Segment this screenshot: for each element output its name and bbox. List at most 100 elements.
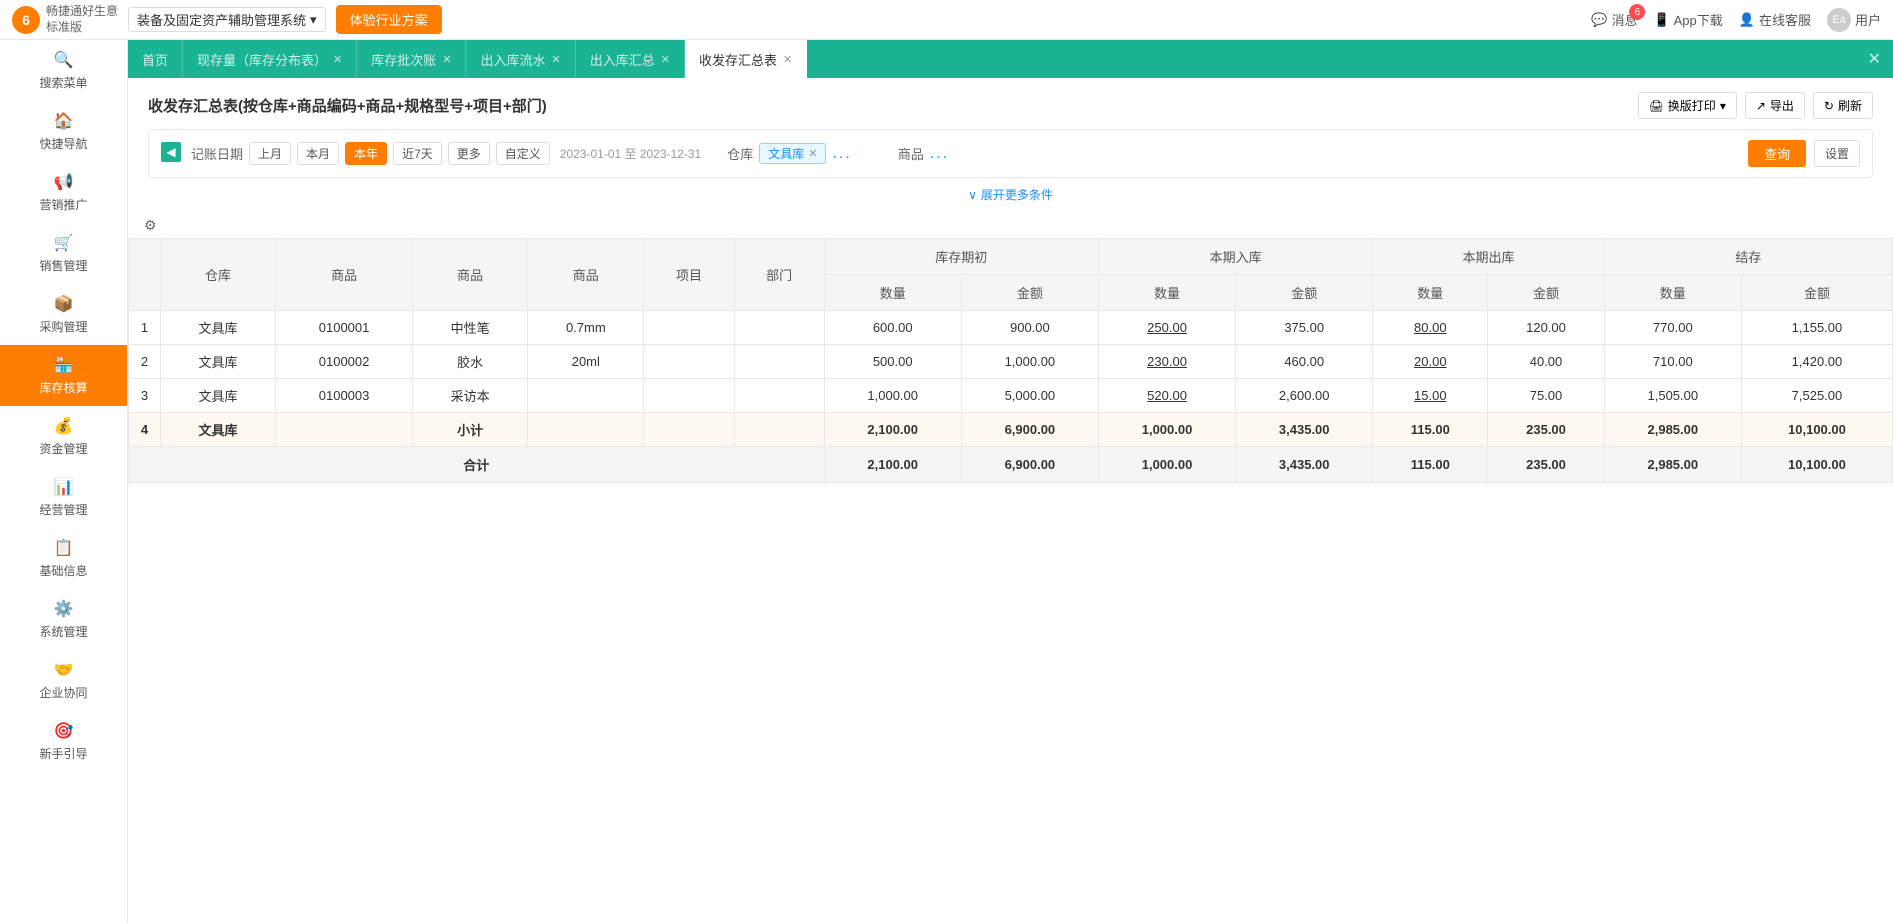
row-department	[734, 379, 824, 413]
experience-btn[interactable]: 体验行业方案	[336, 5, 442, 34]
date-btn-this-month[interactable]: 本月	[297, 142, 339, 165]
sidebar-item-quick-nav[interactable]: 🏠 快捷导航	[0, 101, 127, 162]
export-icon: ↗	[1756, 99, 1766, 113]
top-bar-right: 💬 消息 6 📱 App下载 👤 在线客服 Ea 用户	[1591, 8, 1881, 32]
warehouse-tag-close[interactable]: ✕	[808, 147, 817, 160]
sidebar-item-finance-mgmt[interactable]: 💰 资金管理	[0, 406, 127, 467]
user-item[interactable]: Ea 用户	[1827, 8, 1881, 32]
row-department	[734, 345, 824, 379]
target-icon: 🎯	[54, 721, 74, 741]
export-btn[interactable]: ↗ 导出	[1745, 92, 1805, 119]
phone-icon: 📱	[1653, 12, 1669, 28]
message-badge: 6	[1629, 4, 1645, 20]
message-item[interactable]: 💬 消息 6	[1591, 10, 1637, 29]
filter-row-1: 记账日期 上月 本月 本年 近7天 更多 自定义 2023-01-01 至 20…	[191, 140, 1860, 167]
row-project	[644, 379, 734, 413]
row-in-qty: 1,000.00	[1098, 413, 1235, 447]
row-no: 4	[129, 413, 161, 447]
row-out-qty[interactable]: 15.00	[1373, 379, 1488, 413]
row-in-qty[interactable]: 230.00	[1098, 345, 1235, 379]
date-btn-this-year[interactable]: 本年	[345, 142, 387, 165]
tab-home[interactable]: 首页	[128, 40, 183, 78]
row-warehouse: 文具库	[161, 345, 276, 379]
settings-btn[interactable]: 设置	[1814, 140, 1860, 167]
row-goods-code: 0100002	[275, 345, 412, 379]
chevron-down-icon: ∨	[968, 188, 977, 202]
table-container: ⚙ 仓库 商品 商品 商品 项目 部门 库存期初 本期入库	[128, 213, 1893, 503]
print-btn[interactable]: 🖨 换版打印 ▾	[1638, 92, 1737, 119]
footer-in-qty: 1,000.00	[1098, 447, 1235, 483]
query-btn[interactable]: 查询	[1748, 140, 1806, 167]
money-icon: 💰	[54, 416, 74, 436]
row-goods-spec: 0.7mm	[528, 311, 644, 345]
row-goods-code	[275, 413, 412, 447]
layout: 🔍 搜索菜单 🏠 快捷导航 📢 营销推广 🛒 销售管理 📦 采购管理 🏪 库存核…	[0, 40, 1893, 923]
tab-close-icon[interactable]: ✕	[661, 53, 670, 66]
sidebar-item-label: 基础信息	[39, 562, 87, 579]
row-in-amt: 375.00	[1236, 311, 1373, 345]
tab-label: 出入库流水	[480, 50, 545, 69]
sidebar-item-label: 企业协同	[39, 684, 87, 701]
tab-close-icon[interactable]: ✕	[333, 53, 342, 66]
footer-open-qty: 2,100.00	[824, 447, 961, 483]
row-bal-amt: 10,100.00	[1741, 413, 1892, 447]
row-open-qty: 500.00	[824, 345, 961, 379]
page-title: 收发存汇总表(按仓库+商品编码+商品+规格型号+项目+部门)	[148, 95, 547, 116]
sidebar-item-sys-mgmt[interactable]: ⚙️ 系统管理	[0, 589, 127, 650]
row-bal-amt: 7,525.00	[1741, 379, 1892, 413]
goods-ellipsis-btn[interactable]: ...	[930, 145, 949, 163]
table-settings-icon[interactable]: ⚙	[144, 217, 157, 233]
tab-label: 库存批次账	[371, 50, 436, 69]
sidebar-item-label: 采购管理	[39, 318, 87, 335]
sidebar-item-inventory-mgmt[interactable]: 🏪 库存核算	[0, 345, 127, 406]
message-icon: 💬	[1591, 12, 1607, 28]
warehouse-ellipsis-btn[interactable]: ...	[832, 145, 851, 163]
footer-in-amt: 3,435.00	[1236, 447, 1373, 483]
date-btn-7days[interactable]: 近7天	[393, 142, 442, 165]
tab-close-icon[interactable]: ✕	[783, 53, 792, 66]
row-in-amt: 460.00	[1236, 345, 1373, 379]
sidebar-item-purchase-mgmt[interactable]: 📦 采购管理	[0, 284, 127, 345]
sidebar-item-sales-mgmt[interactable]: 🛒 销售管理	[0, 223, 127, 284]
tab-batch-ledger[interactable]: 库存批次账 ✕	[357, 40, 466, 78]
sidebar-item-label: 资金管理	[39, 440, 87, 457]
col-goods-spec-header: 商品	[528, 239, 644, 311]
row-out-qty[interactable]: 20.00	[1373, 345, 1488, 379]
sys-title-select[interactable]: 装备及固定资产辅助管理系统 ▾	[128, 7, 326, 32]
sidebar-item-corp-collab[interactable]: 🤝 企业协同	[0, 650, 127, 711]
tab-close-icon[interactable]: ✕	[442, 53, 451, 66]
logo-area: 6 畅捷通好生意 标准版	[12, 4, 118, 35]
warehouse-tag: 文具库 ✕	[759, 143, 826, 164]
sidebar-item-basic-info[interactable]: 📋 基础信息	[0, 528, 127, 589]
collapse-btn[interactable]: ◀	[161, 142, 181, 162]
sidebar-item-ops-mgmt[interactable]: 📊 经营管理	[0, 467, 127, 528]
row-project	[644, 345, 734, 379]
online-service-item[interactable]: 👤 在线客服	[1739, 10, 1811, 29]
tab-inout-flow[interactable]: 出入库流水 ✕	[466, 40, 575, 78]
date-btn-custom[interactable]: 自定义	[496, 142, 550, 165]
tab-bar-close-icon[interactable]: ✕	[1856, 49, 1893, 69]
row-in-qty[interactable]: 250.00	[1098, 311, 1235, 345]
row-in-qty[interactable]: 520.00	[1098, 379, 1235, 413]
row-in-amt: 3,435.00	[1236, 413, 1373, 447]
row-out-qty[interactable]: 80.00	[1373, 311, 1488, 345]
date-btn-last-month[interactable]: 上月	[249, 142, 291, 165]
tab-close-icon[interactable]: ✕	[552, 53, 561, 66]
tab-inventory-dist[interactable]: 现存量（库存分布表） ✕	[183, 40, 357, 78]
sys-title-label: 装备及固定资产辅助管理系统	[137, 10, 306, 29]
app-download-label: App下载	[1674, 10, 1723, 29]
tab-inout-summary[interactable]: 出入库汇总 ✕	[576, 40, 685, 78]
expand-conditions-btn[interactable]: ∨ 展开更多条件	[968, 186, 1053, 203]
date-btn-more[interactable]: 更多	[448, 142, 490, 165]
filter-container: ◀ 记账日期 上月 本月 本年 近7天 更多 自定义	[148, 129, 1873, 178]
app-download-item[interactable]: 📱 App下载	[1653, 10, 1722, 29]
sidebar-item-marketing-promo[interactable]: 📢 营销推广	[0, 162, 127, 223]
sidebar-item-new-guide[interactable]: 🎯 新手引导	[0, 711, 127, 772]
refresh-btn[interactable]: ↻ 刷新	[1813, 92, 1873, 119]
warehouse-filter-group: 仓库 文具库 ✕ ...	[727, 143, 852, 164]
row-goods-spec	[528, 379, 644, 413]
row-warehouse: 文具库	[161, 413, 276, 447]
sidebar-item-search[interactable]: 🔍 搜索菜单	[0, 40, 127, 101]
row-open-qty: 1,000.00	[824, 379, 961, 413]
tab-recv-send-summary[interactable]: 收发存汇总表 ✕	[685, 40, 807, 78]
